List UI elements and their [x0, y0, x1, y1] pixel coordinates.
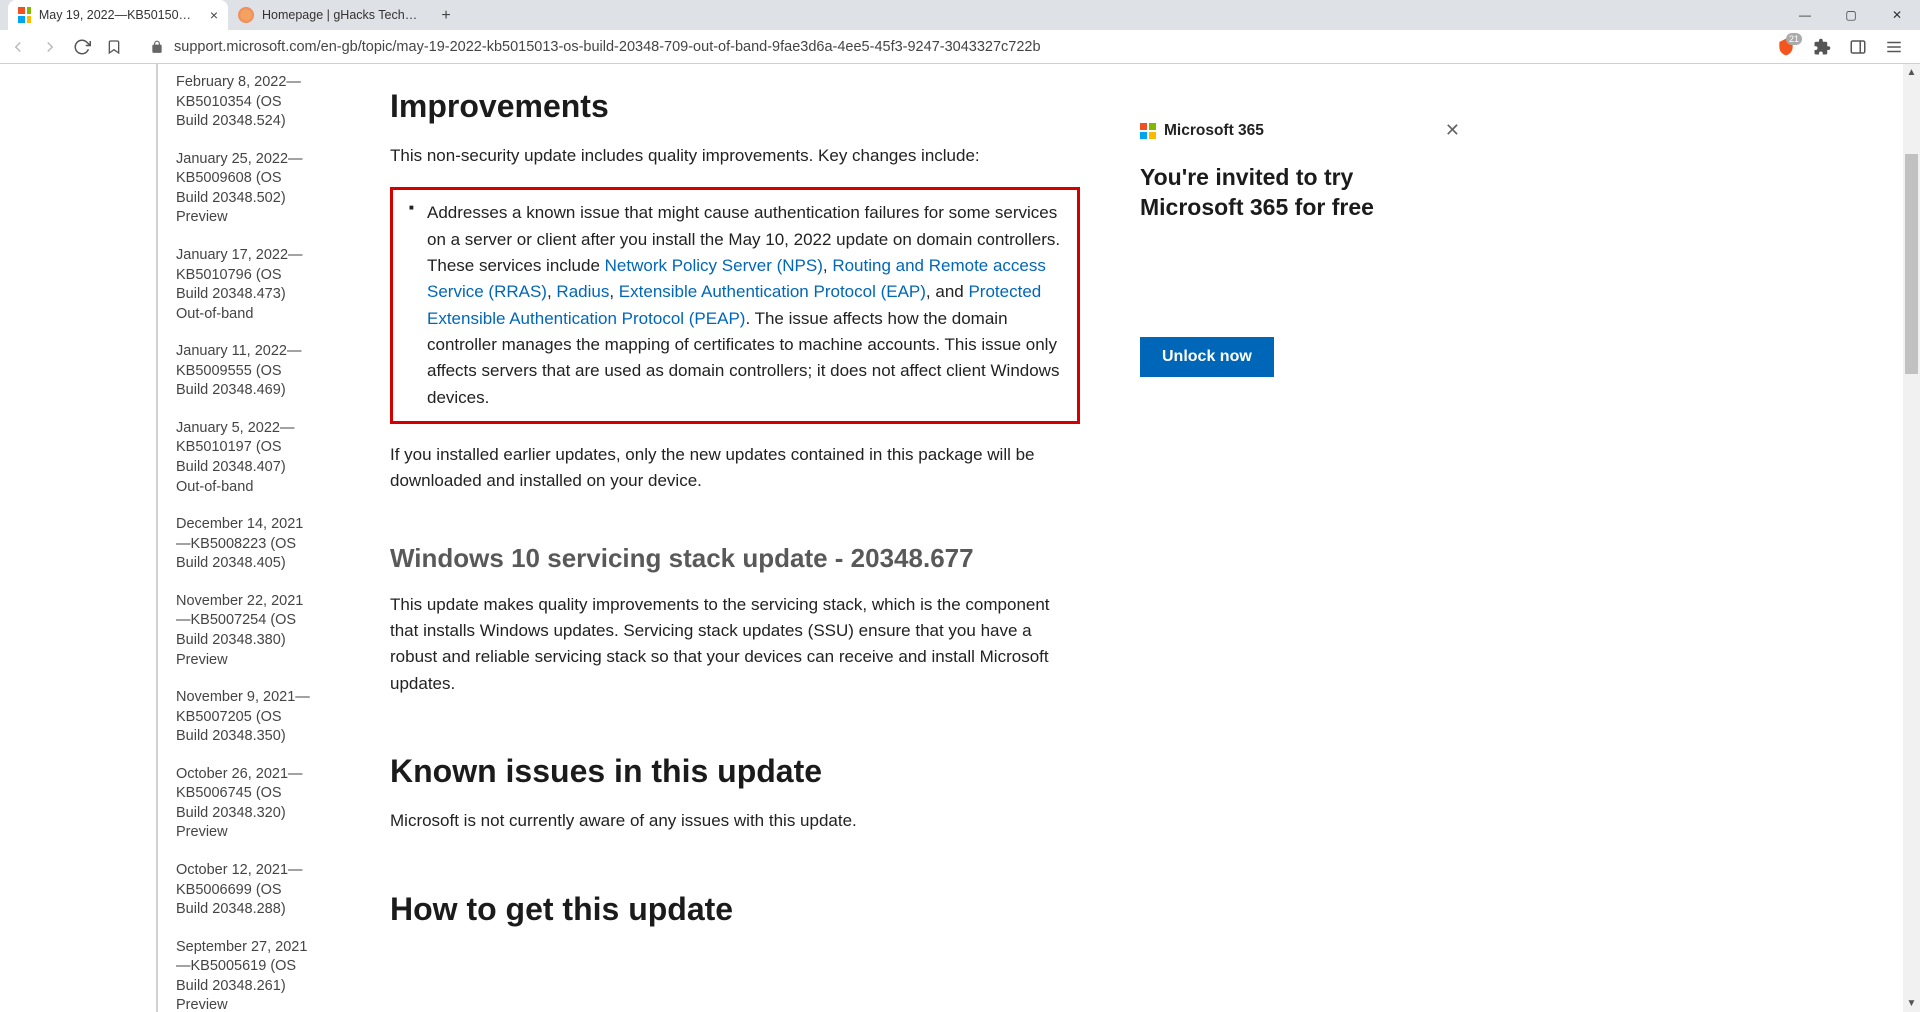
- intro-paragraph: This non-security update includes qualit…: [390, 143, 1080, 169]
- tab-title: May 19, 2022—KB5015013 (OS Bu: [39, 8, 198, 22]
- browser-tab-active[interactable]: May 19, 2022—KB5015013 (OS Bu ×: [8, 0, 228, 30]
- sidebar-button[interactable]: [1848, 37, 1868, 57]
- page-content: February 8, 2022—KB5010354 (OS Build 203…: [0, 64, 1920, 1012]
- close-tab-icon[interactable]: ×: [210, 7, 218, 23]
- menu-button[interactable]: [1884, 37, 1904, 57]
- incremental-paragraph: If you installed earlier updates, only t…: [390, 442, 1080, 495]
- lock-icon: [150, 40, 164, 54]
- browser-chrome: May 19, 2022—KB5015013 (OS Bu × Homepage…: [0, 0, 1920, 64]
- scroll-up-arrow[interactable]: ▲: [1903, 64, 1920, 81]
- shield-button[interactable]: 21: [1776, 37, 1796, 57]
- promo-brand: Microsoft 365: [1140, 122, 1264, 140]
- sidebar-item[interactable]: January 25, 2022—KB5009608 (OS Build 203…: [172, 141, 312, 237]
- forward-button[interactable]: [40, 37, 60, 57]
- link-nps[interactable]: Network Policy Server (NPS): [605, 256, 823, 275]
- highlighted-callout: Addresses a known issue that might cause…: [390, 187, 1080, 424]
- sidebar-item[interactable]: November 9, 2021—KB5007205 (OS Build 203…: [172, 679, 312, 756]
- toolbar-right: 21: [1776, 37, 1912, 57]
- address-bar: support.microsoft.com/en-gb/topic/may-19…: [0, 30, 1920, 64]
- link-radius[interactable]: Radius: [556, 282, 609, 301]
- tab-title: Homepage | gHacks Technology News: [262, 8, 422, 22]
- sidebar-item[interactable]: November 22, 2021—KB5007254 (OS Build 20…: [172, 583, 312, 679]
- servicing-stack-paragraph: This update makes quality improvements t…: [390, 592, 1080, 697]
- sidebar-item[interactable]: January 17, 2022—KB5010796 (OS Build 203…: [172, 237, 312, 333]
- close-promo-button[interactable]: ✕: [1445, 120, 1460, 141]
- extensions-button[interactable]: [1812, 37, 1832, 57]
- sidebar-item[interactable]: September 27, 2021—KB5005619 (OS Build 2…: [172, 929, 312, 1012]
- tab-bar: May 19, 2022—KB5015013 (OS Bu × Homepage…: [0, 0, 1920, 30]
- maximize-button[interactable]: ▢: [1828, 0, 1874, 30]
- microsoft-logo-icon: [1140, 123, 1156, 139]
- scroll-thumb[interactable]: [1905, 154, 1918, 374]
- minimize-button[interactable]: —: [1782, 0, 1828, 30]
- heading-improvements: Improvements: [390, 88, 1080, 125]
- heading-known-issues: Known issues in this update: [390, 753, 1080, 790]
- heading-servicing-stack: Windows 10 servicing stack update - 2034…: [390, 543, 1080, 574]
- sidebar-item[interactable]: October 26, 2021—KB5006745 (OS Build 203…: [172, 756, 312, 852]
- vertical-scrollbar[interactable]: ▲ ▼: [1903, 64, 1920, 1012]
- favicon-ghacks-icon: [238, 7, 254, 23]
- sidebar-item[interactable]: October 12, 2021—KB5006699 (OS Build 203…: [172, 852, 312, 929]
- improvement-bullet: Addresses a known issue that might cause…: [401, 200, 1063, 411]
- back-button[interactable]: [8, 37, 28, 57]
- sidebar-item[interactable]: January 11, 2022—KB5009555 (OS Build 203…: [172, 333, 312, 410]
- sidebar-item[interactable]: December 14, 2021—KB5008223 (OS Build 20…: [172, 506, 312, 583]
- known-issues-paragraph: Microsoft is not currently aware of any …: [390, 808, 1080, 834]
- sidebar-item[interactable]: January 5, 2022—KB5010197 (OS Build 2034…: [172, 410, 312, 506]
- favicon-microsoft-icon: [18, 7, 31, 23]
- window-controls: — ▢ ✕: [1782, 0, 1920, 30]
- url-text: support.microsoft.com/en-gb/topic/may-19…: [174, 39, 1041, 55]
- promo-panel: Microsoft 365 ✕ You're invited to try Mi…: [1140, 64, 1500, 1012]
- shield-badge: 21: [1786, 33, 1802, 45]
- sidebar-item[interactable]: February 8, 2022—KB5010354 (OS Build 203…: [172, 64, 312, 141]
- close-window-button[interactable]: ✕: [1874, 0, 1920, 30]
- new-tab-button[interactable]: +: [432, 2, 460, 30]
- link-eap[interactable]: Extensible Authentication Protocol (EAP): [619, 282, 926, 301]
- url-input[interactable]: support.microsoft.com/en-gb/topic/may-19…: [136, 32, 1764, 62]
- unlock-now-button[interactable]: Unlock now: [1140, 337, 1274, 377]
- promo-title: You're invited to try Microsoft 365 for …: [1140, 163, 1460, 223]
- sidebar: February 8, 2022—KB5010354 (OS Build 203…: [0, 64, 330, 1012]
- reload-button[interactable]: [72, 37, 92, 57]
- scroll-down-arrow[interactable]: ▼: [1903, 995, 1920, 1012]
- browser-tab[interactable]: Homepage | gHacks Technology News: [228, 0, 432, 30]
- main-article: Improvements This non-security update in…: [330, 64, 1140, 1012]
- heading-how-to-get: How to get this update: [390, 891, 1080, 928]
- bookmark-button[interactable]: [104, 37, 124, 57]
